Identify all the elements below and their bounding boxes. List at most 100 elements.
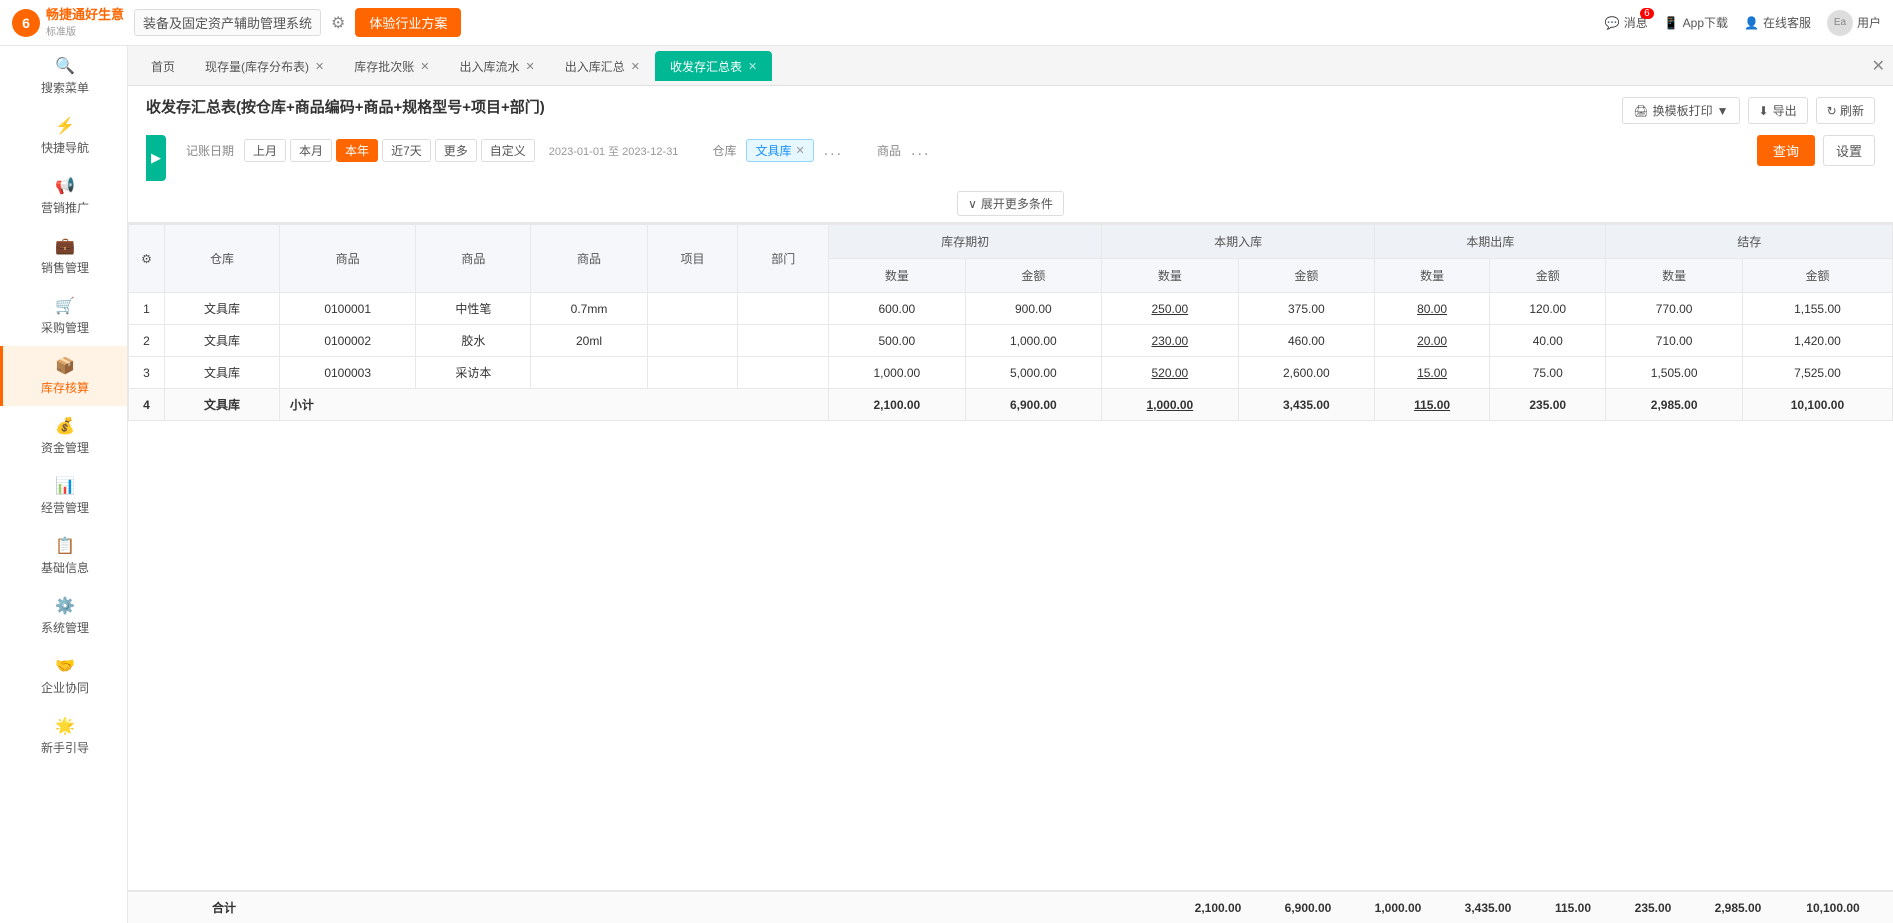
sidebar-item-system[interactable]: ⚙️ 系统管理 xyxy=(0,586,127,646)
date-btn-this-month[interactable]: 本月 xyxy=(290,139,332,162)
warehouse-filter-label: 仓库 xyxy=(712,142,736,159)
row-project xyxy=(647,325,738,357)
settings-icon[interactable]: ⚙ xyxy=(331,13,345,33)
settings-button[interactable]: 设置 xyxy=(1823,135,1875,166)
sidebar-item-marketing[interactable]: 📢 营销推广 xyxy=(0,166,127,226)
subtotal-out-qty[interactable]: 115.00 xyxy=(1375,389,1490,421)
row-out-qty[interactable]: 80.00 xyxy=(1375,293,1490,325)
sidebar-item-operations[interactable]: 📊 经营管理 xyxy=(0,466,127,526)
close-all-tabs-button[interactable]: ✕ xyxy=(1872,56,1885,76)
service-icon: 👤 xyxy=(1744,16,1759,30)
tab-stock-dist[interactable]: 现存量(库存分布表) ✕ xyxy=(190,51,339,81)
sidebar-item-guide[interactable]: 🌟 新手引导 xyxy=(0,706,127,766)
row-warehouse: 文具库 xyxy=(165,293,280,325)
tab-close-inout-flow[interactable]: ✕ xyxy=(525,60,534,73)
goods-more-dots[interactable]: ... xyxy=(911,142,930,160)
tab-inout-summary[interactable]: 出入库汇总 ✕ xyxy=(550,51,655,81)
row-goods-code: 0100002 xyxy=(279,325,416,357)
col-goods-code: 商品 xyxy=(279,225,416,293)
row-out-qty[interactable]: 20.00 xyxy=(1375,325,1490,357)
date-filter-label: 记账日期 xyxy=(186,142,234,159)
app-download-button[interactable]: 📱 App下载 xyxy=(1664,14,1728,31)
tab-inout-flow[interactable]: 出入库流水 ✕ xyxy=(444,51,549,81)
row-project xyxy=(647,357,738,389)
row-opening-amt: 1,000.00 xyxy=(965,325,1102,357)
warehouse-more-dots[interactable]: ... xyxy=(824,142,843,160)
message-button[interactable]: 💬 消息 6 xyxy=(1605,14,1648,31)
date-btn-last-month[interactable]: 上月 xyxy=(244,139,286,162)
total-in-amt: 3,435.00 xyxy=(1443,901,1533,915)
user-menu[interactable]: Ea 用户 xyxy=(1827,10,1881,36)
row-goods-code: 0100003 xyxy=(279,357,416,389)
row-department xyxy=(738,357,829,389)
tab-batch[interactable]: 库存批次账 ✕ xyxy=(339,51,444,81)
col-out-amt: 金额 xyxy=(1490,259,1606,293)
warehouse-tag-close[interactable]: ✕ xyxy=(795,144,804,157)
date-btn-this-year[interactable]: 本年 xyxy=(336,139,378,162)
tab-home[interactable]: 首页 xyxy=(136,51,190,81)
print-button[interactable]: 🖨 换模板打印 ▼ xyxy=(1622,97,1739,124)
export-icon: ⬇ xyxy=(1759,104,1769,118)
sidebar-item-quick-nav[interactable]: ⚡ 快捷导航 xyxy=(0,106,127,166)
row-department xyxy=(738,293,829,325)
logo-title: 畅捷通好生意 xyxy=(46,7,124,23)
col-department: 部门 xyxy=(738,225,829,293)
export-button[interactable]: ⬇ 导出 xyxy=(1748,97,1808,124)
tab-recv-send[interactable]: 收发存汇总表 ✕ xyxy=(655,51,772,81)
tab-close-batch[interactable]: ✕ xyxy=(420,60,429,73)
sidebar-item-purchase[interactable]: 🛒 采购管理 xyxy=(0,286,127,346)
logo: 6 畅捷通好生意 标准版 xyxy=(12,7,124,38)
search-icon: 🔍 xyxy=(55,56,75,76)
date-btn-custom[interactable]: 自定义 xyxy=(481,139,535,162)
tab-close-stock-dist[interactable]: ✕ xyxy=(315,60,324,73)
row-opening-qty: 500.00 xyxy=(829,325,966,357)
row-in-amt: 460.00 xyxy=(1238,325,1375,357)
marketing-icon: 📢 xyxy=(55,176,75,196)
row-goods-spec: 20ml xyxy=(531,325,647,357)
online-service-button[interactable]: 👤 在线客服 xyxy=(1744,14,1811,31)
row-num: 2 xyxy=(129,325,165,357)
row-balance-amt: 1,155.00 xyxy=(1742,293,1892,325)
col-opening-qty: 数量 xyxy=(829,259,966,293)
refresh-button[interactable]: ↻ 刷新 xyxy=(1816,97,1875,124)
row-in-qty[interactable]: 250.00 xyxy=(1102,293,1239,325)
tab-close-inout-summary[interactable]: ✕ xyxy=(631,60,640,73)
base-info-icon: 📋 xyxy=(55,536,75,556)
filter-toggle-button[interactable]: ▶ xyxy=(146,135,166,181)
guide-icon: 🌟 xyxy=(55,716,75,736)
row-department xyxy=(738,325,829,357)
subtotal-in-qty[interactable]: 1,000.00 xyxy=(1102,389,1239,421)
subtotal-opening-amt: 6,900.00 xyxy=(965,389,1102,421)
sidebar-item-finance[interactable]: 💰 资金管理 xyxy=(0,406,127,466)
data-table: ⚙ 仓库 商品 商品 商品 项目 部门 库存期初 本期入库 本期出库 结存 xyxy=(128,224,1893,421)
sidebar-item-inventory[interactable]: 📦 库存核算 xyxy=(0,346,127,406)
row-num: 3 xyxy=(129,357,165,389)
date-btn-7days[interactable]: 近7天 xyxy=(382,139,431,162)
date-btn-more[interactable]: 更多 xyxy=(435,139,477,162)
try-button[interactable]: 体验行业方案 xyxy=(355,8,461,37)
row-in-qty[interactable]: 520.00 xyxy=(1102,357,1239,389)
row-warehouse: 文具库 xyxy=(165,325,280,357)
total-balance-qty: 2,985.00 xyxy=(1693,901,1783,915)
purchase-icon: 🛒 xyxy=(55,296,75,316)
tab-close-recv-send[interactable]: ✕ xyxy=(748,60,757,73)
message-badge: 6 xyxy=(1640,8,1654,19)
cooperation-icon: 🤝 xyxy=(55,656,75,676)
col-settings[interactable]: ⚙ xyxy=(129,225,165,293)
operations-icon: 📊 xyxy=(55,476,75,496)
row-in-qty[interactable]: 230.00 xyxy=(1102,325,1239,357)
row-out-qty[interactable]: 15.00 xyxy=(1375,357,1490,389)
expand-conditions-button[interactable]: ∨ 展开更多条件 xyxy=(957,191,1064,216)
table-row: 3 文具库 0100003 采访本 1,000.00 5,000.00 520.… xyxy=(129,357,1893,389)
row-project xyxy=(647,293,738,325)
row-goods-name: 胶水 xyxy=(416,325,531,357)
sidebar-item-cooperation[interactable]: 🤝 企业协同 xyxy=(0,646,127,706)
total-opening-qty: 2,100.00 xyxy=(1173,901,1263,915)
row-in-amt: 2,600.00 xyxy=(1238,357,1375,389)
subtotal-row: 4 文具库 小计 2,100.00 6,900.00 1,000.00 3,43… xyxy=(129,389,1893,421)
query-button[interactable]: 查询 xyxy=(1757,135,1815,166)
sidebar-item-sales[interactable]: 💼 销售管理 xyxy=(0,226,127,286)
row-balance-qty: 770.00 xyxy=(1606,293,1743,325)
sidebar-item-search[interactable]: 🔍 搜索菜单 xyxy=(0,46,127,106)
sidebar-item-base-info[interactable]: 📋 基础信息 xyxy=(0,526,127,586)
